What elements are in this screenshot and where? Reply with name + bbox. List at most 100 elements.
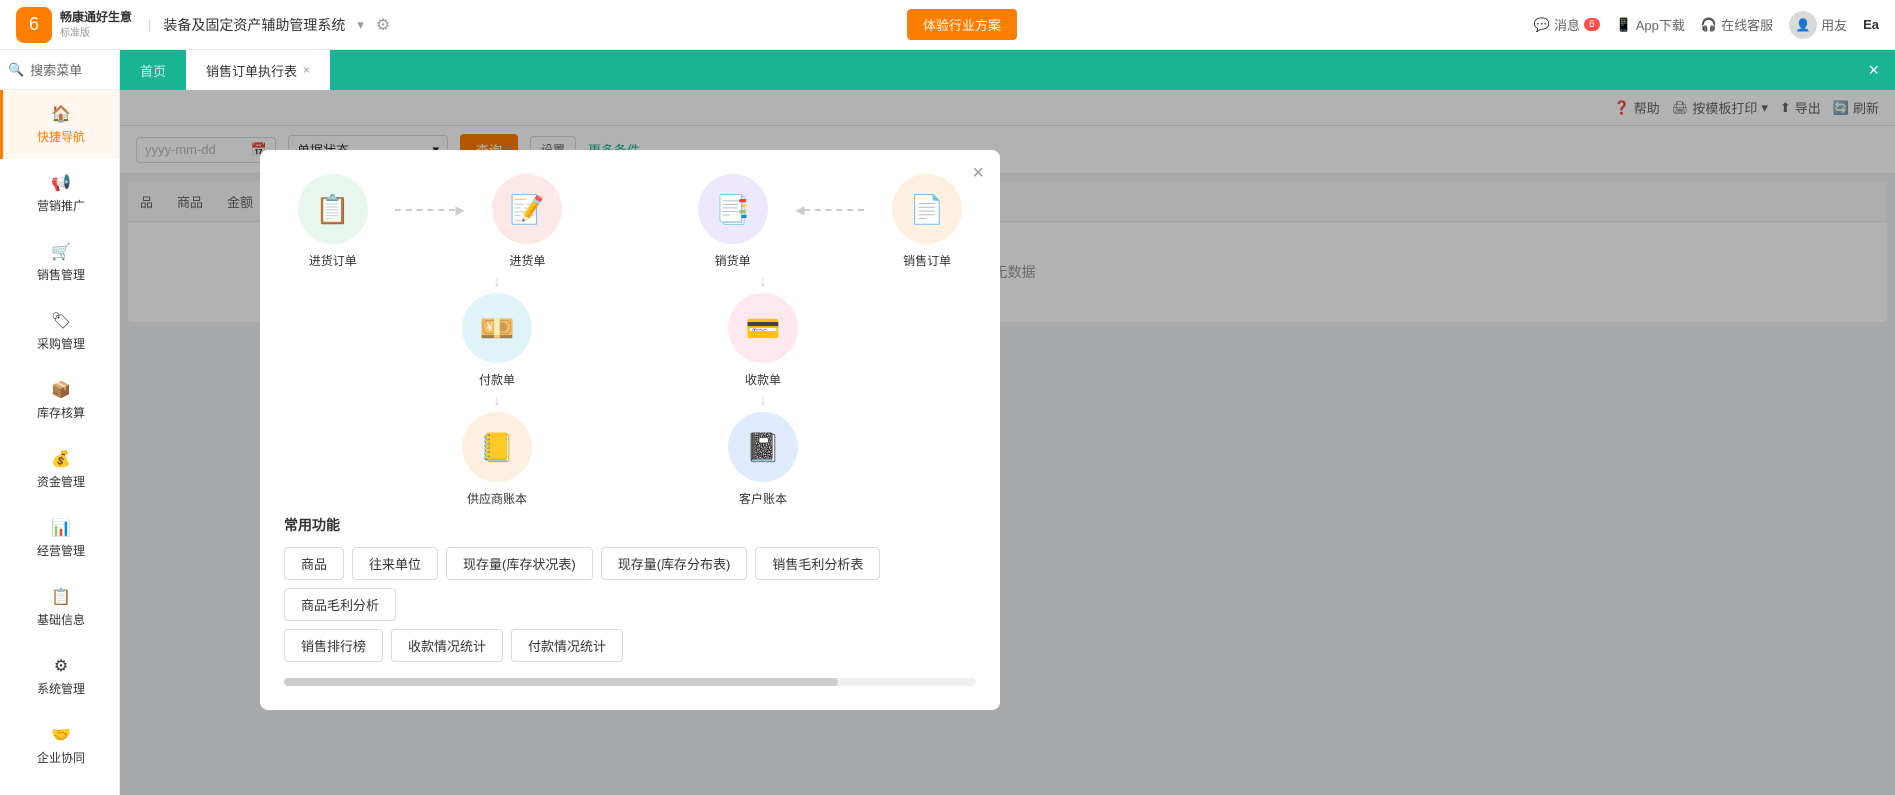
tab-bar-close-btn[interactable]: × [1868,60,1895,81]
sidebar-search[interactable]: 🔍 搜索菜单 [0,50,119,90]
logo-sub: 标准版 [60,24,132,39]
logo-title: 畅康通好生意 [60,10,132,24]
app-download-label: App下载 [1636,15,1685,34]
common-functions-title: 常用功能 [284,515,976,535]
sidebar-search-label: 搜索菜单 [30,60,82,79]
sidebar-item-newbie[interactable]: 📖 新手引导 [0,780,119,795]
basic-info-icon: 📋 [51,587,71,607]
func-btn-partners[interactable]: 往来单位 [352,547,438,580]
arrow-purchase-to-bill: ▶ [395,203,464,217]
receipt-bill-label: 收款单 [745,371,781,388]
flow-node-purchase-order: 📋 进货订单 [298,174,368,269]
func-btn-stock-dist[interactable]: 现存量(库存分布表) [601,547,748,580]
quick-nav-icon: 🏠 [51,104,71,124]
sidebar-item-purchase[interactable]: 🏷 采购管理 [0,297,119,366]
function-buttons-row2: 销售排行榜 收款情况统计 付款情况统计 [284,629,976,662]
trial-button[interactable]: 体验行业方案 [907,9,1017,40]
vertical-arrows-row2: ↓ ↓ [284,392,976,408]
sales-bill-label: 销货单 [715,252,751,269]
message-badge: 6 [1584,18,1600,31]
tab-sales-order-label: 销售订单执行表 [206,61,297,80]
search-icon: 🔍 [8,62,24,78]
flow-node-sales-order: 📄 销售订单 [892,174,962,269]
sidebar-item-label-marketing: 营销推广 [37,197,85,214]
user-item[interactable]: 👤 用友 [1789,11,1847,39]
payment-bill-label: 付款单 [479,371,515,388]
purchase-order-label: 进货订单 [309,252,357,269]
sidebar-item-enterprise[interactable]: 🤝 企业协同 [0,711,119,780]
scroll-track [284,678,976,686]
func-btn-sales-margin[interactable]: 销售毛利分析表 [755,547,880,580]
arrow-down-payment: ↓ [462,392,532,408]
flow-node-payment-bill: 💴 付款单 [462,293,532,388]
modal-close-btn[interactable]: × [972,162,984,185]
dropdown-icon[interactable]: ▾ [357,17,364,33]
sidebar-item-label-system: 系统管理 [37,680,85,697]
sidebar-item-inventory[interactable]: 📦 库存核算 [0,366,119,435]
flow-node-supplier-ledger: 📒 供应商账本 [462,412,532,507]
top-right: 💬 消息 6 📱 App下载 🎧 在线客服 👤 用友 Ea [1534,11,1879,39]
scroll-thumb[interactable] [284,678,838,686]
sidebar-item-quick-nav[interactable]: 🏠 快捷导航 [0,90,119,159]
message-item[interactable]: 💬 消息 6 [1534,15,1600,34]
sidebar-item-label-enterprise: 企业协同 [37,749,85,766]
top-bar-actions: 体验行业方案 [907,9,1017,40]
func-btn-payment-stats[interactable]: 付款情况统计 [511,629,623,662]
sidebar-item-sales[interactable]: 🛒 销售管理 [0,228,119,297]
service-icon: 🎧 [1701,17,1717,33]
sidebar-item-operation[interactable]: 📊 经营管理 [0,504,119,573]
arrow-down-purchase-bill: ↓ [462,273,532,289]
content-area: 首页 销售订单执行表 × × ❓ 帮助 [120,50,1895,795]
sidebar-item-label-finance: 资金管理 [37,473,85,490]
sidebar-item-label-purchase: 采购管理 [37,335,85,352]
flow-node-purchase-bill: 📝 进货单 [492,174,562,269]
sidebar-item-label-sales: 销售管理 [37,266,85,283]
message-label: 消息 [1554,15,1580,34]
top-bar: 6 畅康通好生意 标准版 | 装备及固定资产辅助管理系统 ▾ ⚙ 体验行业方案 … [0,0,1895,50]
func-btn-collection-stats[interactable]: 收款情况统计 [391,629,503,662]
sidebar: 🔍 搜索菜单 🏠 快捷导航 📢 营销推广 🛒 销售管理 🏷 采购管理 📦 [0,50,120,795]
func-btn-product[interactable]: 商品 [284,547,344,580]
settings-icon[interactable]: ⚙ [376,15,390,35]
purchase-bill-circle: 📝 [492,174,562,244]
sales-order-label: 销售订单 [903,252,951,269]
sidebar-item-system[interactable]: ⚙ 系统管理 [0,642,119,711]
enterprise-icon: 🤝 [51,725,71,745]
sidebar-item-label-inventory: 库存核算 [37,404,85,421]
supplier-ledger-circle: 📒 [462,412,532,482]
sidebar-item-marketing[interactable]: 📢 营销推广 [0,159,119,228]
avatar: 👤 [1789,11,1817,39]
app-download-item[interactable]: 📱 App下载 [1616,15,1685,34]
main-container: 🔍 搜索菜单 🏠 快捷导航 📢 营销推广 🛒 销售管理 🏷 采购管理 📦 [0,50,1895,795]
top-bar-left: 6 畅康通好生意 标准版 | 装备及固定资产辅助管理系统 ▾ ⚙ [16,7,390,43]
sidebar-item-basic-info[interactable]: 📋 基础信息 [0,573,119,642]
tab-sales-order[interactable]: 销售订单执行表 × [186,50,330,90]
flow-node-sales-bill: 📑 销货单 [698,174,768,269]
func-btn-product-margin[interactable]: 商品毛利分析 [284,588,396,621]
customer-ledger-circle: 📓 [728,412,798,482]
page-content: ❓ 帮助 🖨 按模板打印 ▾ ⬆ 导出 🔄 刷新 [120,90,1895,795]
flow-diagram: 📋 进货订单 ▶ [284,174,976,507]
finance-icon: 💰 [51,449,71,469]
modal: × 📋 进货订单 [260,150,1000,710]
func-btn-stock-status[interactable]: 现存量(库存状况表) [446,547,593,580]
purchase-order-circle: 📋 [298,174,368,244]
vertical-arrows-row1: ↓ ↓ [284,273,976,289]
tab-home[interactable]: 首页 [120,50,186,90]
receipt-bill-circle: 💳 [728,293,798,363]
inventory-icon: 📦 [51,380,71,400]
customer-ledger-label: 客户账本 [739,490,787,507]
sidebar-item-label-quick-nav: 快捷导航 [37,128,85,145]
arrow-down-receipt: ↓ [728,392,798,408]
func-btn-sales-ranking[interactable]: 销售排行榜 [284,629,383,662]
logo-icon: 6 [16,7,52,43]
purchase-bill-label: 进货单 [509,252,545,269]
service-item[interactable]: 🎧 在线客服 [1701,15,1773,34]
tab-close-icon[interactable]: × [303,63,310,77]
sales-order-circle: 📄 [892,174,962,244]
modal-overlay: × 📋 进货订单 [120,90,1895,795]
tab-bar-wrapper: 首页 销售订单执行表 × × [120,50,1895,90]
service-label: 在线客服 [1721,15,1773,34]
sidebar-item-finance[interactable]: 💰 资金管理 [0,435,119,504]
sidebar-item-label-basic-info: 基础信息 [37,611,85,628]
